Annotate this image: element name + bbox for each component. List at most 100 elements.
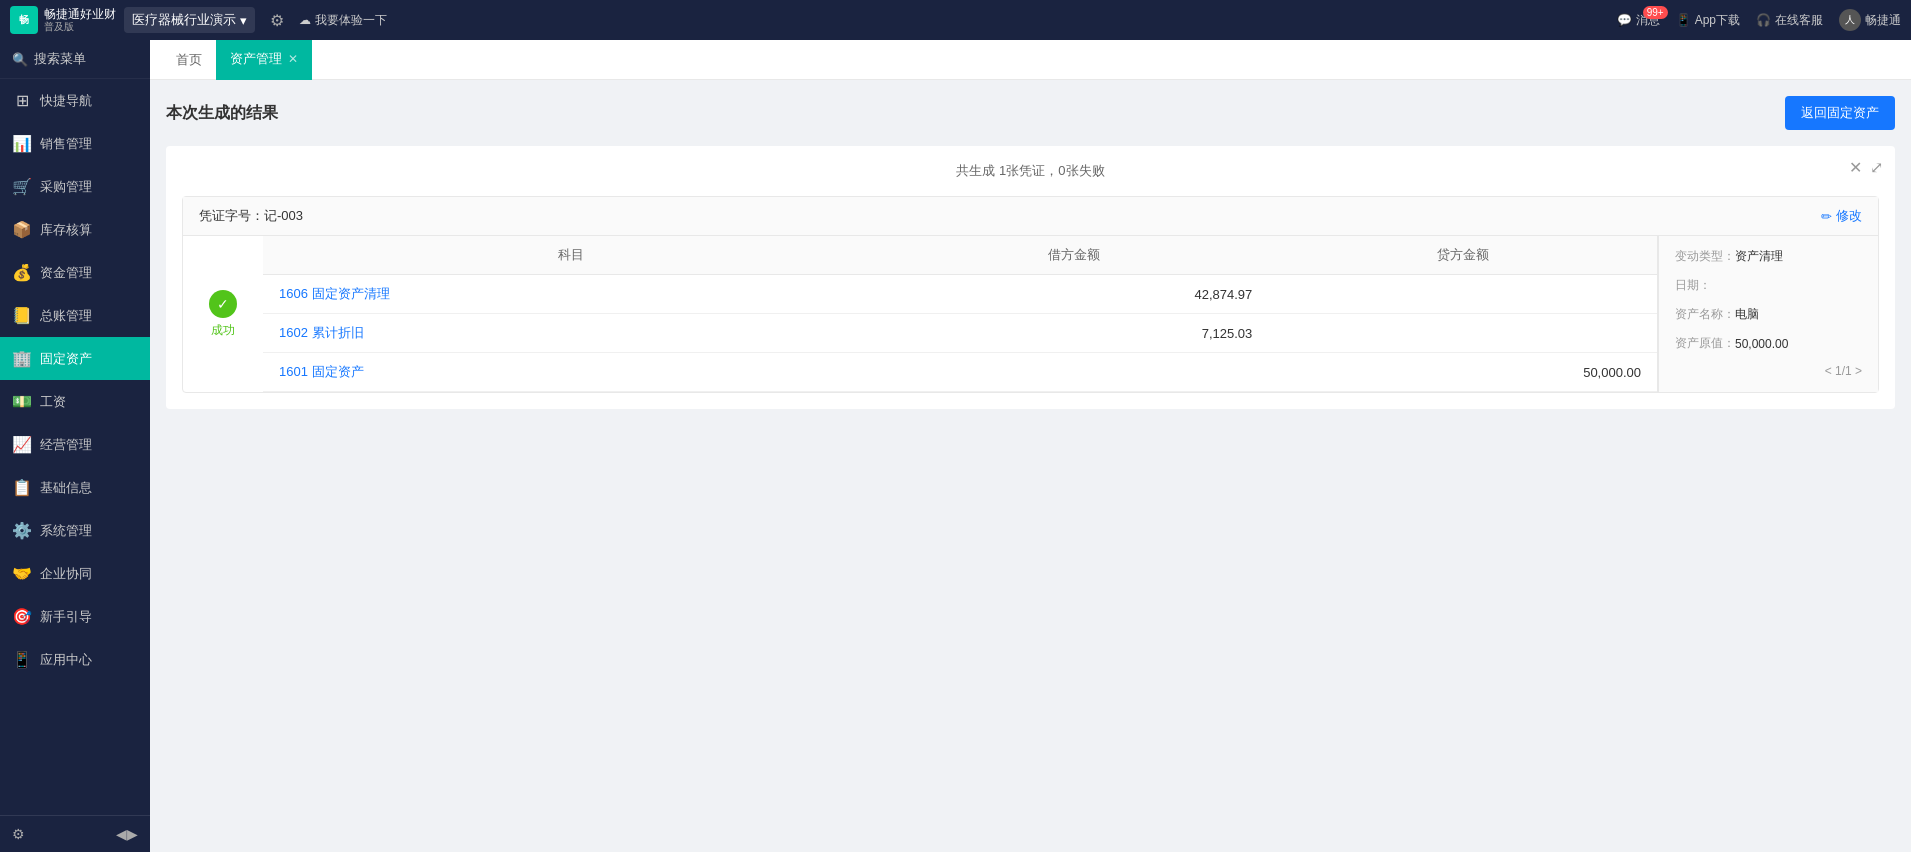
sidebar-item-label: 资金管理 bbox=[40, 264, 92, 282]
sidebar-item-system[interactable]: ⚙️ 系统管理 bbox=[0, 509, 150, 552]
message-icon: 💬 bbox=[1617, 13, 1632, 27]
type-value: 资产清理 bbox=[1735, 248, 1783, 265]
close-panel-button[interactable]: ✕ bbox=[1849, 158, 1862, 177]
voucher-number: 凭证字号：记-003 bbox=[199, 207, 303, 225]
experience-btn[interactable]: ☁ 我要体验一下 bbox=[299, 12, 387, 29]
settings-icon-btn[interactable]: ⚙ bbox=[263, 6, 291, 34]
tab-home-label: 首页 bbox=[176, 51, 202, 69]
expand-panel-button[interactable]: ⤢ bbox=[1870, 158, 1883, 177]
success-circle: ✓ bbox=[209, 290, 237, 318]
system-icon: ⚙️ bbox=[12, 521, 32, 540]
username: 畅捷通 bbox=[1865, 12, 1901, 29]
inventory-icon: 📦 bbox=[12, 220, 32, 239]
sidebar-item-label: 应用中心 bbox=[40, 651, 92, 669]
app-selector-label: 医疗器械行业演示 bbox=[132, 11, 236, 29]
sidebar-item-label: 企业协同 bbox=[40, 565, 92, 583]
sidebar-item-payroll[interactable]: 💵 工资 bbox=[0, 380, 150, 423]
side-info-original: 资产原值： 50,000.00 bbox=[1675, 335, 1862, 352]
payroll-icon: 💵 bbox=[12, 392, 32, 411]
success-text: 成功 bbox=[211, 322, 235, 339]
edit-label: 修改 bbox=[1836, 207, 1862, 225]
enterprise-icon: 🤝 bbox=[12, 564, 32, 583]
original-value: 50,000.00 bbox=[1735, 337, 1788, 351]
user-area[interactable]: 人 畅捷通 bbox=[1839, 9, 1901, 31]
sidebar-item-label: 工资 bbox=[40, 393, 66, 411]
chevron-down-icon: ▾ bbox=[240, 13, 247, 28]
sidebar-item-enterprise[interactable]: 🤝 企业协同 bbox=[0, 552, 150, 595]
sidebar-item-label: 采购管理 bbox=[40, 178, 92, 196]
home-icon: ⊞ bbox=[12, 91, 32, 110]
edit-button[interactable]: ✏ 修改 bbox=[1821, 207, 1862, 225]
main-layout: 🔍 搜索菜单 ⊞ 快捷导航 📊 销售管理 🛒 采购管理 📦 库存核算 💰 资金管… bbox=[0, 40, 1911, 852]
logo-area: 畅 畅捷通好业财 普及版 bbox=[10, 6, 116, 34]
credit-cell bbox=[1268, 275, 1657, 314]
app-download-icon: 📱 bbox=[1676, 13, 1691, 27]
app-selector[interactable]: 医疗器械行业演示 ▾ bbox=[124, 7, 255, 33]
search-label: 搜索菜单 bbox=[34, 50, 86, 68]
success-mark: ✓ 成功 bbox=[183, 236, 263, 392]
sidebar-item-label: 销售管理 bbox=[40, 135, 92, 153]
page-content: 本次生成的结果 返回固定资产 ✕ ⤢ 共生成 1张凭证，0张失败 凭证字号：记-… bbox=[150, 80, 1911, 852]
panel-controls: ✕ ⤢ bbox=[1849, 158, 1883, 177]
app-download-action[interactable]: 📱 App下载 bbox=[1676, 12, 1740, 29]
result-header: 本次生成的结果 返回固定资产 bbox=[166, 96, 1895, 130]
sidebar-item-fixed-assets[interactable]: 🏢 固定资产 bbox=[0, 337, 150, 380]
sidebar-item-guide[interactable]: 🎯 新手引导 bbox=[0, 595, 150, 638]
online-service-action[interactable]: 🎧 在线客服 bbox=[1756, 12, 1823, 29]
sidebar-item-basic-info[interactable]: 📋 基础信息 bbox=[0, 466, 150, 509]
debit-cell bbox=[880, 353, 1269, 392]
tab-asset-management[interactable]: 资产管理 ✕ bbox=[216, 40, 312, 80]
sidebar-footer: ⚙ ◀▶ bbox=[0, 815, 150, 852]
sidebar-item-label: 快捷导航 bbox=[40, 92, 92, 110]
sales-icon: 📊 bbox=[12, 134, 32, 153]
credit-cell bbox=[1268, 314, 1657, 353]
top-header: 畅 畅捷通好业财 普及版 医疗器械行业演示 ▾ ⚙ ☁ 我要体验一下 💬 消息 … bbox=[0, 0, 1911, 40]
subject-cell: 1602 累计折旧 bbox=[263, 314, 880, 353]
search-icon: 🔍 bbox=[12, 52, 28, 67]
sidebar-settings-icon[interactable]: ⚙ bbox=[12, 826, 25, 842]
return-button[interactable]: 返回固定资产 bbox=[1785, 96, 1895, 130]
tab-label: 资产管理 bbox=[230, 50, 282, 68]
result-panel: ✕ ⤢ 共生成 1张凭证，0张失败 凭证字号：记-003 ✏ 修改 bbox=[166, 146, 1895, 409]
subject-cell: 1601 固定资产 bbox=[263, 353, 880, 392]
guide-icon: 🎯 bbox=[12, 607, 32, 626]
sidebar-toggle-icon[interactable]: ◀▶ bbox=[116, 826, 138, 842]
sidebar-item-operations[interactable]: 📈 经营管理 bbox=[0, 423, 150, 466]
sidebar-item-quick-nav[interactable]: ⊞ 快捷导航 bbox=[0, 79, 150, 122]
header-right: 💬 消息 99+ 📱 App下载 🎧 在线客服 人 畅捷通 bbox=[1617, 9, 1901, 31]
finance-icon: 💰 bbox=[12, 263, 32, 282]
logo-icon: 畅 bbox=[10, 6, 38, 34]
ledger-icon: 📒 bbox=[12, 306, 32, 325]
asset-name-label: 资产名称： bbox=[1675, 306, 1735, 323]
debit-cell: 7,125.03 bbox=[880, 314, 1269, 353]
purchase-icon: 🛒 bbox=[12, 177, 32, 196]
sidebar-item-label: 新手引导 bbox=[40, 608, 92, 626]
original-label: 资产原值： bbox=[1675, 335, 1735, 352]
logo-sub: 普及版 bbox=[44, 21, 116, 33]
sidebar-item-label: 总账管理 bbox=[40, 307, 92, 325]
fixed-assets-icon: 🏢 bbox=[12, 349, 32, 368]
tab-home[interactable]: 首页 bbox=[162, 40, 216, 80]
side-pagination[interactable]: < 1/1 > bbox=[1675, 364, 1862, 378]
sidebar-item-purchase[interactable]: 🛒 采购管理 bbox=[0, 165, 150, 208]
message-action[interactable]: 💬 消息 99+ bbox=[1617, 12, 1660, 29]
cloud-icon: ☁ bbox=[299, 13, 311, 27]
online-service-label: 在线客服 bbox=[1775, 12, 1823, 29]
sidebar-item-app-center[interactable]: 📱 应用中心 bbox=[0, 638, 150, 681]
page-title: 本次生成的结果 bbox=[166, 103, 278, 124]
sidebar-item-sales[interactable]: 📊 销售管理 bbox=[0, 122, 150, 165]
sidebar-item-label: 固定资产 bbox=[40, 350, 92, 368]
sidebar-item-ledger[interactable]: 📒 总账管理 bbox=[0, 294, 150, 337]
sidebar-item-inventory[interactable]: 📦 库存核算 bbox=[0, 208, 150, 251]
sidebar-search[interactable]: 🔍 搜索菜单 bbox=[0, 40, 150, 79]
side-info-type: 变动类型： 资产清理 bbox=[1675, 248, 1862, 265]
sidebar-item-label: 基础信息 bbox=[40, 479, 92, 497]
table-row: 1602 累计折旧 7,125.03 bbox=[263, 314, 1657, 353]
tab-close-icon[interactable]: ✕ bbox=[288, 52, 298, 66]
table-row: 1601 固定资产 50,000.00 bbox=[263, 353, 1657, 392]
basic-info-icon: 📋 bbox=[12, 478, 32, 497]
sidebar-item-finance[interactable]: 💰 资金管理 bbox=[0, 251, 150, 294]
voucher-header: 凭证字号：记-003 ✏ 修改 bbox=[183, 197, 1878, 236]
col-subject: 科目 bbox=[263, 236, 880, 275]
sidebar: 🔍 搜索菜单 ⊞ 快捷导航 📊 销售管理 🛒 采购管理 📦 库存核算 💰 资金管… bbox=[0, 40, 150, 852]
